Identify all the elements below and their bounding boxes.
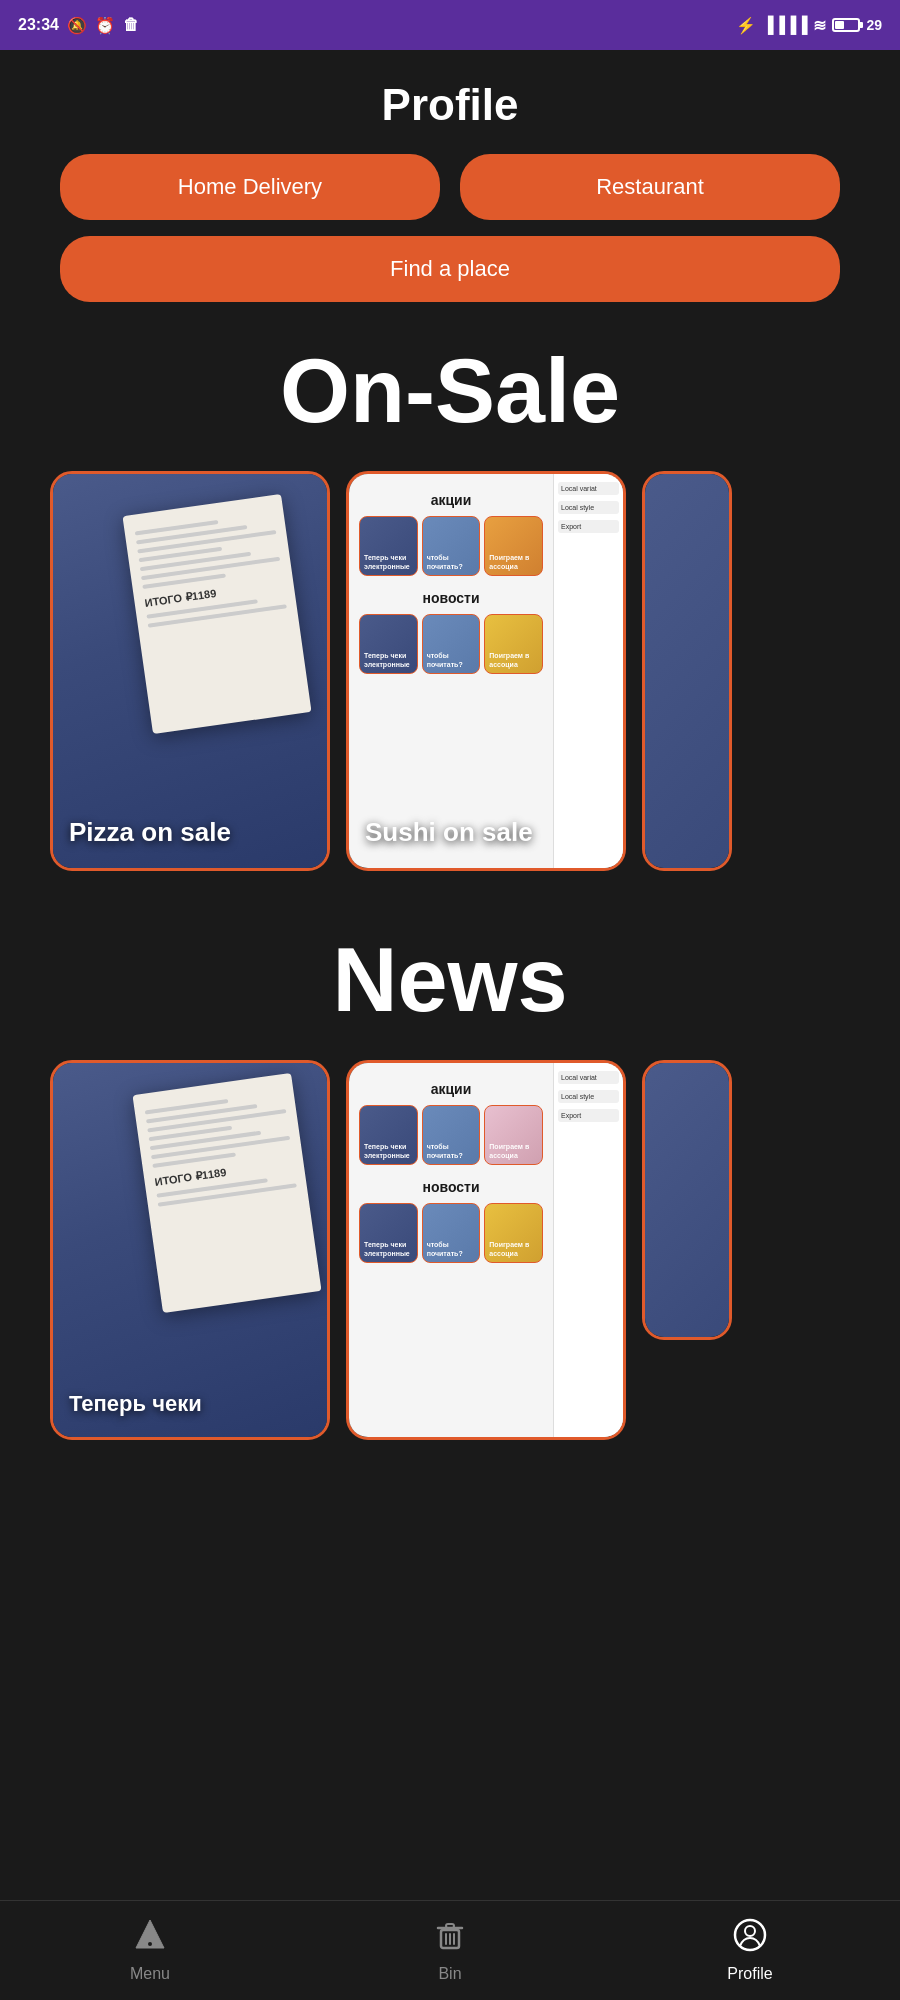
page-title: Profile [0, 50, 900, 154]
profile-icon [733, 1918, 767, 1959]
новости-label-2: новости [359, 1179, 543, 1195]
status-left: 23:34 🔕 ⏰ 🗑 [18, 16, 139, 35]
bin-label: Bin [438, 1965, 461, 1983]
status-right: ⚡ ▐▐▐▐ ≋ 29 [736, 16, 882, 35]
grid2-item-4: Теперь чеки электронные [359, 1203, 418, 1263]
on-sale-title: On-Sale [0, 302, 900, 461]
grid-item-3: Поиграем в ассоциа [484, 516, 543, 576]
wifi-icon: ≋ [813, 16, 826, 35]
news-title: News [0, 891, 900, 1050]
sushi-sale-card[interactable]: Local variat Local style Export акции Те… [346, 471, 626, 871]
partial-news-card[interactable] [642, 1060, 732, 1340]
bottom-nav: Menu Bin Profile [0, 1900, 900, 2000]
signal-icon: ▐▐▐▐ [762, 16, 807, 34]
sushi-sale-label: Sushi on sale [365, 817, 607, 848]
news-card-2[interactable]: Local variat Local style Export акции Те… [346, 1060, 626, 1440]
nav-profile[interactable]: Profile [600, 1901, 900, 2000]
sidebar-item-2-1: Local variat [558, 1071, 619, 1084]
sidebar-item-3: Export [558, 520, 619, 533]
grid-item-1: Теперь чеки электронные [359, 516, 418, 576]
grid-item-6: Поиграем в ассоциа [484, 614, 543, 674]
svg-point-8 [745, 1926, 755, 1936]
battery-fill [835, 21, 844, 29]
grid2-item-6: Поиграем в ассоциа [484, 1203, 543, 1263]
svg-rect-3 [446, 1924, 454, 1928]
grid2-item-3: Поиграем в ассоциа [484, 1105, 543, 1165]
buttons-section: Home Delivery Restaurant Find a place [0, 154, 900, 302]
акции-label-2: акции [359, 1081, 543, 1097]
grid-item-2: чтобы почитать? [422, 516, 481, 576]
pizza-sale-label: Pizza on sale [69, 817, 311, 848]
grid2-item-5: чтобы почитать? [422, 1203, 481, 1263]
mute-icon: 🔕 [67, 16, 87, 35]
nav-bin[interactable]: Bin [300, 1901, 600, 2000]
news-card-1[interactable]: ИТОГО ₽1189 Теперь чеки [50, 1060, 330, 1440]
time-display: 23:34 [18, 16, 59, 34]
news-cards: ИТОГО ₽1189 Теперь чеки Local variat Loc… [0, 1050, 900, 1470]
receipt-paper-2: ИТОГО ₽1189 [132, 1073, 321, 1313]
home-delivery-button[interactable]: Home Delivery [60, 154, 440, 220]
sidebar-item-2: Local style [558, 501, 619, 514]
app-sidebar-2: Local variat Local style Export [553, 1063, 623, 1437]
receipt-paper-1: ИТОГО ₽1189 [122, 494, 311, 734]
battery-percent: 29 [866, 17, 882, 33]
status-bar: 23:34 🔕 ⏰ 🗑 ⚡ ▐▐▐▐ ≋ 29 [0, 0, 900, 50]
sidebar-item-2-2: Local style [558, 1090, 619, 1103]
top-buttons-row: Home Delivery Restaurant [60, 154, 840, 220]
новости-grid-2: Теперь чеки электронные чтобы почитать? … [359, 1203, 543, 1263]
bluetooth-icon: ⚡ [736, 16, 756, 35]
sidebar-item-1: Local variat [558, 482, 619, 495]
partial-sale-card[interactable] [642, 471, 732, 871]
news-card-1-label: Теперь чеки [69, 1391, 311, 1417]
акции-label-1: акции [359, 492, 543, 508]
menu-label: Menu [130, 1965, 170, 1983]
акции-grid-2: Теперь чеки электронные чтобы почитать? … [359, 1105, 543, 1165]
grid-item-5: чтобы почитать? [422, 614, 481, 674]
grid-item-4: Теперь чеки электронные [359, 614, 418, 674]
profile-label: Profile [727, 1965, 772, 1983]
grid2-item-1: Теперь чеки электронные [359, 1105, 418, 1165]
nav-menu[interactable]: Menu [0, 1901, 300, 2000]
svg-point-0 [148, 1942, 152, 1946]
акции-grid: Теперь чеки электронные чтобы почитать? … [359, 516, 543, 576]
restaurant-button[interactable]: Restaurant [460, 154, 840, 220]
новости-grid: Теперь чеки электронные чтобы почитать? … [359, 614, 543, 674]
delete-icon: 🗑 [123, 16, 139, 34]
on-sale-cards: ИТОГО ₽1189 Pizza on sale Local variat L… [0, 461, 900, 891]
app-screenshot-1: Local variat Local style Export акции Те… [349, 474, 623, 868]
pizza-sale-card[interactable]: ИТОГО ₽1189 Pizza on sale [50, 471, 330, 871]
sidebar-item-2-3: Export [558, 1109, 619, 1122]
battery-icon [832, 18, 860, 32]
app-screenshot-2: Local variat Local style Export акции Те… [349, 1063, 623, 1437]
новости-label-1: новости [359, 590, 543, 606]
bin-icon [433, 1918, 467, 1959]
find-a-place-button[interactable]: Find a place [60, 236, 840, 302]
app-sidebar-1: Local variat Local style Export [553, 474, 623, 868]
alarm-icon: ⏰ [95, 16, 115, 35]
grid2-item-2: чтобы почитать? [422, 1105, 481, 1165]
spacer [0, 1470, 900, 1570]
menu-icon [133, 1918, 167, 1959]
